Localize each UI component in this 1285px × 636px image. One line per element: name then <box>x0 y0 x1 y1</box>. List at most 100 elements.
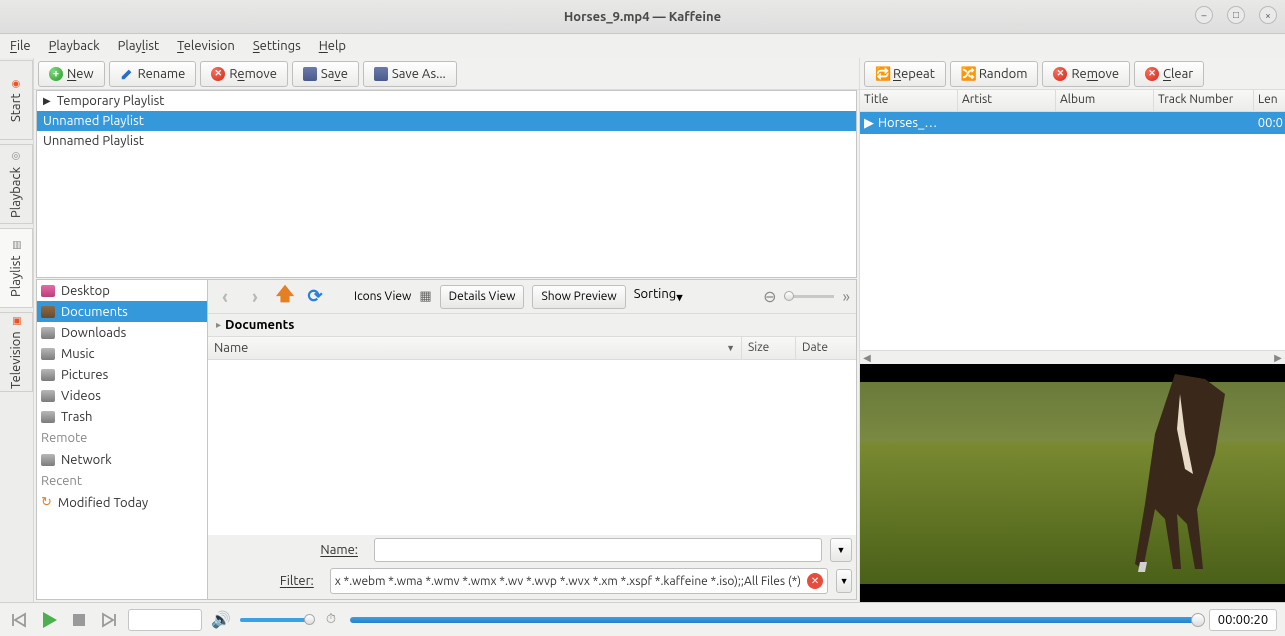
timer-button[interactable]: ⏱ <box>320 609 342 631</box>
speaker-icon: 🔊 <box>211 610 231 629</box>
tv-icon: ▣ <box>10 316 22 325</box>
rename-button[interactable]: Rename <box>109 61 197 87</box>
zoom-out-icon[interactable]: ⊖ <box>763 287 776 306</box>
file-list-body[interactable] <box>208 360 856 535</box>
track-length: 00:0 <box>1251 116 1285 130</box>
clear-filter-button[interactable]: ✕ <box>807 573 823 589</box>
menu-television[interactable]: Television <box>177 39 235 53</box>
col-title[interactable]: Title <box>860 90 958 111</box>
recent-heading: Recent <box>37 470 207 492</box>
name-input[interactable] <box>374 538 822 562</box>
remove-icon: ✕ <box>1053 67 1067 81</box>
chevron-right-icon: › <box>252 287 258 307</box>
show-preview-button[interactable]: Show Preview <box>532 285 625 309</box>
col-length[interactable]: Len <box>1254 90 1285 111</box>
prev-button[interactable] <box>8 609 30 631</box>
col-size[interactable]: Size <box>742 337 796 359</box>
up-button[interactable]: 🡅 <box>274 286 296 308</box>
col-name[interactable]: Name▼ <box>208 337 742 359</box>
breadcrumb[interactable]: ▸Documents <box>208 314 856 336</box>
repeat-button[interactable]: 🔁Repeat <box>864 61 946 87</box>
maximize-button[interactable]: □ <box>1227 6 1245 24</box>
side-tab-television[interactable]: Television▣ <box>0 312 33 392</box>
places-panel[interactable]: Desktop Documents Downloads Music Pictur… <box>36 279 208 600</box>
forward-button[interactable]: › <box>244 286 266 308</box>
remove-button[interactable]: ✕Remove <box>200 61 288 87</box>
col-track-number[interactable]: Track Number <box>1154 90 1254 111</box>
menu-file[interactable]: File <box>10 39 31 53</box>
filter-input[interactable]: x *.webm *.wma *.wmv *.wmx *.wv *.wvp *.… <box>330 568 828 594</box>
place-videos[interactable]: Videos <box>37 385 207 406</box>
place-downloads[interactable]: Downloads <box>37 322 207 343</box>
track-table-body[interactable]: ▶ Horses_… 00:0 <box>860 112 1285 350</box>
expand-icon[interactable]: ▶ <box>43 95 51 107</box>
clock-icon: ↻ <box>41 495 52 510</box>
details-view-button[interactable]: Details View <box>440 285 525 309</box>
place-music[interactable]: Music <box>37 343 207 364</box>
name-label: Name: <box>212 543 366 557</box>
folder-icon <box>41 369 55 381</box>
name-dropdown[interactable]: ▼ <box>830 538 852 562</box>
place-desktop[interactable]: Desktop <box>37 280 207 301</box>
save-button[interactable]: Save <box>292 61 359 87</box>
side-tab-playback[interactable]: Playback◎ <box>0 144 33 224</box>
volume-slider[interactable] <box>240 618 312 622</box>
playlist-tree[interactable]: ▶ Temporary Playlist Unnamed Playlist Un… <box>36 90 857 278</box>
side-tab-playlist[interactable]: Playlist▤ <box>0 228 33 308</box>
file-toolbar: ‹ › 🡅 ⟳ Icons View ▦ Details View Show P… <box>208 280 856 314</box>
window-title: Horses_9.mp4 — Kaffeine <box>564 10 721 24</box>
time-display: 00:00:20 <box>1209 609 1277 631</box>
place-network[interactable]: Network <box>37 449 207 470</box>
close-button[interactable]: × <box>1259 6 1277 24</box>
random-button[interactable]: 🔀Random <box>950 61 1039 87</box>
minimize-button[interactable]: – <box>1195 6 1213 24</box>
next-button[interactable] <box>98 609 120 631</box>
place-pictures[interactable]: Pictures <box>37 364 207 385</box>
place-trash[interactable]: Trash <box>37 406 207 427</box>
col-album[interactable]: Album <box>1056 90 1154 111</box>
place-modified-today[interactable]: ↻Modified Today <box>37 492 207 513</box>
tree-row-unnamed-1[interactable]: Unnamed Playlist <box>37 111 856 131</box>
horizontal-scrollbar[interactable]: ◀▶ <box>860 350 1285 364</box>
reload-button[interactable]: ⟳ <box>304 286 326 308</box>
volume-button[interactable]: 🔊 <box>210 609 232 631</box>
place-documents[interactable]: Documents <box>37 301 207 322</box>
col-date[interactable]: Date <box>796 337 856 359</box>
back-button[interactable]: ‹ <box>214 286 236 308</box>
shuffle-icon: 🔀 <box>961 67 975 81</box>
seek-slider[interactable] <box>350 617 1201 623</box>
scroll-right-icon[interactable]: ▶ <box>1271 352 1285 364</box>
remove-track-button[interactable]: ✕Remove <box>1042 61 1130 87</box>
reload-icon: ⟳ <box>307 286 322 307</box>
menu-playback[interactable]: Playback <box>49 39 100 53</box>
chevron-down-icon: ▼ <box>837 545 846 555</box>
view-grid-icon[interactable]: ▦ <box>419 289 431 304</box>
filter-dropdown[interactable]: ▼ <box>836 569 852 593</box>
menu-help[interactable]: Help <box>319 39 346 53</box>
menu-playlist[interactable]: Playlist <box>118 39 159 53</box>
tree-row-temporary[interactable]: ▶ Temporary Playlist <box>37 91 856 111</box>
side-tab-start[interactable]: Start◉ <box>0 60 33 140</box>
video-frame-image <box>1085 374 1265 574</box>
remote-heading: Remote <box>37 427 207 449</box>
video-preview[interactable] <box>860 364 1285 602</box>
folder-icon <box>41 390 55 402</box>
save-as-button[interactable]: Save As... <box>363 61 457 87</box>
play-button[interactable] <box>38 609 60 631</box>
stop-button[interactable] <box>68 609 90 631</box>
tree-row-unnamed-2[interactable]: Unnamed Playlist <box>37 131 856 151</box>
menu-settings[interactable]: Settings <box>253 39 301 53</box>
icons-view-button[interactable]: Icons View <box>354 290 411 303</box>
new-button[interactable]: +New <box>38 61 105 87</box>
col-artist[interactable]: Artist <box>958 90 1056 111</box>
sorting-button[interactable]: Sorting▾ <box>634 287 683 305</box>
player-bar: 🔊 ⏱ 00:00:20 <box>0 602 1285 636</box>
scroll-left-icon[interactable]: ◀ <box>860 352 874 364</box>
file-list-header: Name▼ Size Date <box>208 336 856 360</box>
trash-icon <box>41 411 55 423</box>
track-row[interactable]: ▶ Horses_… 00:0 <box>860 112 1285 134</box>
expand-chevron-icon[interactable]: » <box>842 288 850 306</box>
zoom-slider[interactable] <box>784 295 834 298</box>
chapter-display[interactable] <box>128 609 202 631</box>
clear-button[interactable]: ✕Clear <box>1134 61 1204 87</box>
